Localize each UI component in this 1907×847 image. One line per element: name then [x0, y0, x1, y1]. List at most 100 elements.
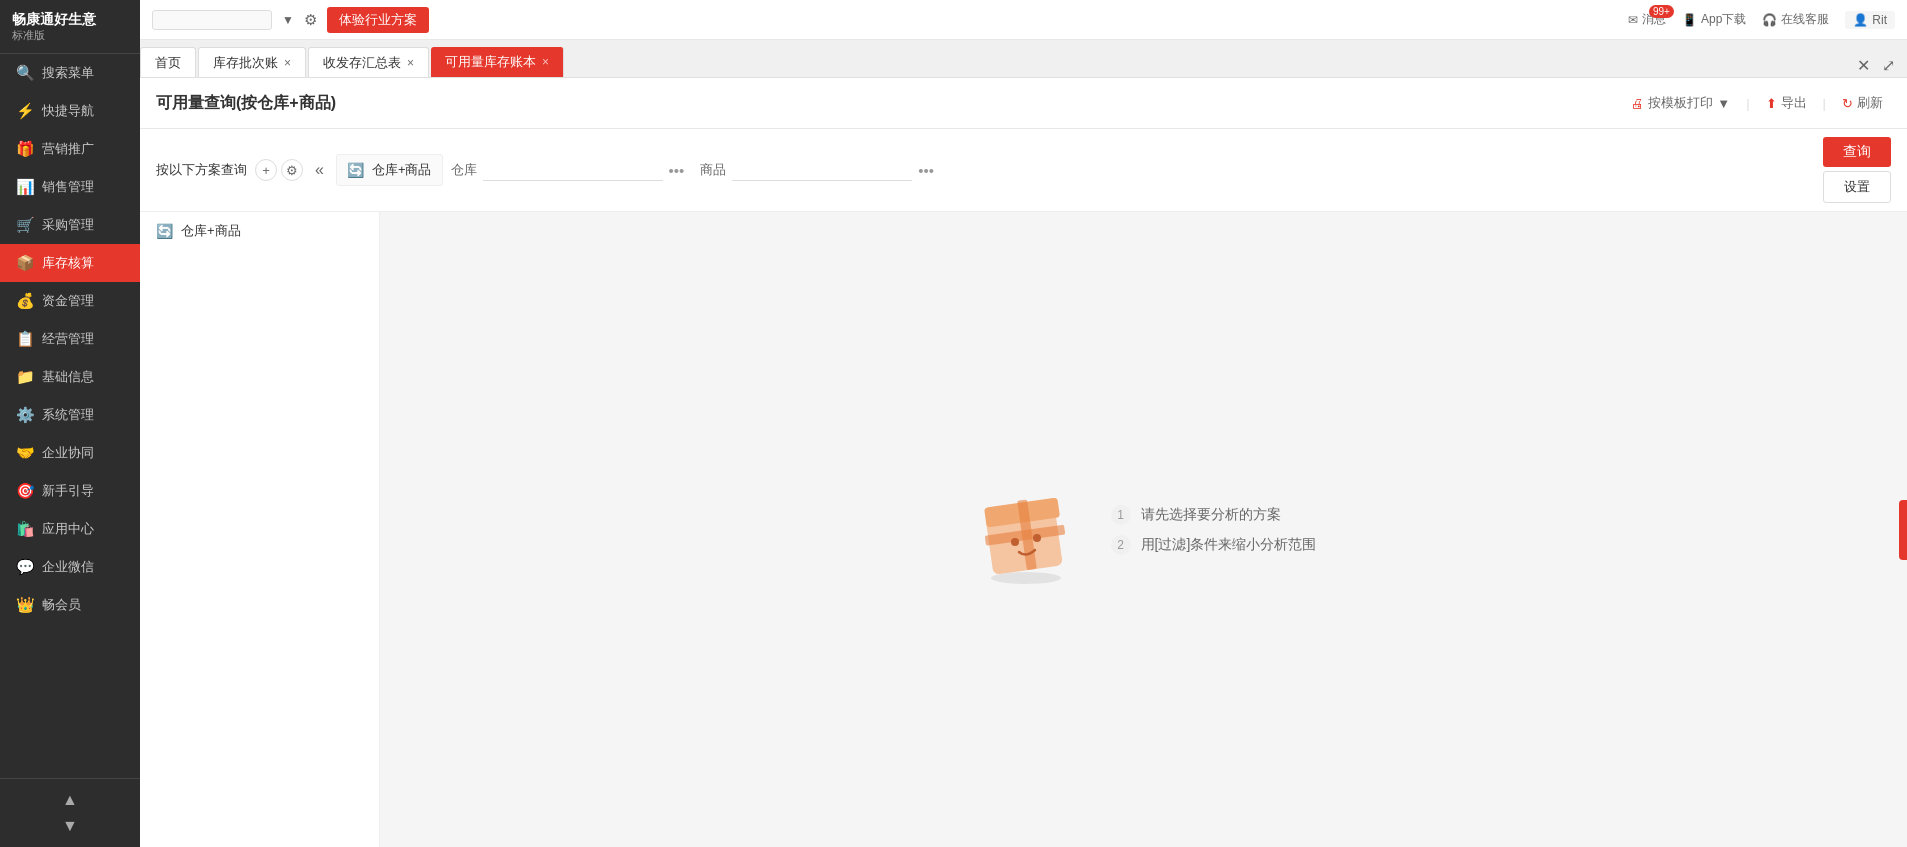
- tip2-num: 2: [1111, 535, 1131, 555]
- main-content: 1 请先选择要分析的方案 2 用[过滤]条件来缩小分析范围: [380, 212, 1907, 847]
- action-divider2: |: [1823, 96, 1826, 111]
- sidebar-item-finance[interactable]: 💰 资金管理: [0, 282, 140, 320]
- sidebar-item-label: 销售管理: [42, 178, 94, 196]
- sidebar-item-label: 基础信息: [42, 368, 94, 386]
- sidebar-scroll-down-btn[interactable]: ▼: [12, 813, 128, 839]
- tab-home[interactable]: 首页: [140, 47, 196, 77]
- sidebar-item-label: 营销推广: [42, 140, 94, 158]
- left-panel-scheme-item[interactable]: 🔄 仓库+商品: [140, 212, 379, 250]
- empty-box-svg: [971, 480, 1081, 590]
- scheme-icon: 🔄: [347, 162, 364, 178]
- tab-batch-account-close-icon[interactable]: ×: [284, 56, 291, 70]
- sidebar-item-label: 经营管理: [42, 330, 94, 348]
- brand-name: 畅康通好生意: [12, 10, 128, 28]
- sidebar-item-operation[interactable]: 📋 经营管理: [0, 320, 140, 358]
- tab-available-ledger-close-icon[interactable]: ×: [542, 55, 549, 69]
- topbar-app-btn[interactable]: 📱 App下载: [1682, 11, 1746, 28]
- tabs-right-actions: ✕ ⤢: [1853, 54, 1907, 77]
- topbar-search-input[interactable]: [159, 13, 239, 27]
- tip1-num: 1: [1111, 505, 1131, 525]
- filter-actions: + ⚙: [255, 159, 303, 181]
- filter-scheme-section: 🔄 仓库+商品: [336, 154, 443, 186]
- app-icon: 📱: [1682, 13, 1697, 27]
- tab-available-ledger[interactable]: 可用量库存账本 ×: [431, 47, 564, 77]
- empty-tip-2: 2 用[过滤]条件来缩小分析范围: [1111, 535, 1317, 555]
- sidebar-item-wechat[interactable]: 💬 企业微信: [0, 548, 140, 586]
- industry-solution-button[interactable]: 体验行业方案: [327, 7, 429, 33]
- warehouse-dots-btn[interactable]: •••: [669, 162, 685, 179]
- goods-label: 商品: [700, 161, 726, 179]
- filter-add-btn[interactable]: +: [255, 159, 277, 181]
- sidebar-scroll-up-btn[interactable]: ▲: [12, 787, 128, 813]
- sidebar-item-sales[interactable]: 📊 销售管理: [0, 168, 140, 206]
- sidebar-item-newbie[interactable]: 🎯 新手引导: [0, 472, 140, 510]
- warehouse-input[interactable]: [483, 159, 663, 181]
- tab-batch-account-label: 库存批次账: [213, 54, 278, 72]
- sales-icon: 📊: [16, 178, 34, 196]
- sidebar-item-basic[interactable]: 📁 基础信息: [0, 358, 140, 396]
- refresh-btn[interactable]: ↻ 刷新: [1834, 90, 1891, 116]
- member-icon: 👑: [16, 596, 34, 614]
- refresh-label: 刷新: [1857, 94, 1883, 112]
- goods-input[interactable]: [732, 159, 912, 181]
- print-icon: 🖨: [1631, 96, 1644, 111]
- sidebar-item-system[interactable]: ⚙️ 系统管理: [0, 396, 140, 434]
- sidebar-item-purchase[interactable]: 🛒 采购管理: [0, 206, 140, 244]
- sidebar-item-inventory[interactable]: 📦 库存核算: [0, 244, 140, 282]
- topbar-dropdown[interactable]: ▼: [282, 13, 294, 27]
- filter-collapse-btn[interactable]: «: [311, 161, 328, 179]
- print-label: 按模板打印: [1648, 94, 1713, 112]
- sidebar-item-member[interactable]: 👑 畅会员: [0, 586, 140, 624]
- tab-close-btn[interactable]: ✕: [1853, 54, 1874, 77]
- sidebar-item-enterprise[interactable]: 🤝 企业协同: [0, 434, 140, 472]
- tab-receipt-summary-close-icon[interactable]: ×: [407, 56, 414, 70]
- appstore-icon: 🛍️: [16, 520, 34, 538]
- goods-dots-btn[interactable]: •••: [918, 162, 934, 179]
- export-btn[interactable]: ⬆ 导出: [1758, 90, 1815, 116]
- query-button[interactable]: 查询: [1823, 137, 1891, 167]
- sidebar-item-shortcut[interactable]: ⚡ 快捷导航: [0, 92, 140, 130]
- tab-available-ledger-label: 可用量库存账本: [445, 53, 536, 71]
- tabs-bar: 首页 库存批次账 × 收发存汇总表 × 可用量库存账本 × ✕ ⤢: [140, 40, 1907, 78]
- sidebar-item-appstore[interactable]: 🛍️ 应用中心: [0, 510, 140, 548]
- filter-fields: 仓库 ••• 商品 •••: [451, 159, 1816, 181]
- left-panel: 🔄 仓库+商品: [140, 212, 380, 847]
- page-header: 可用量查询(按仓库+商品) 🖨 按模板打印 ▼ | ⬆ 导出 | ↻ 刷新: [140, 78, 1907, 129]
- topbar-user-btn[interactable]: 👤 Rit: [1845, 11, 1895, 29]
- topbar-gear-icon[interactable]: ⚙: [304, 11, 317, 29]
- topbar-service-btn[interactable]: 🎧 在线客服: [1762, 11, 1829, 28]
- page-title: 可用量查询(按仓库+商品): [156, 93, 336, 114]
- sidebar-item-marketing[interactable]: 🎁 营销推广: [0, 130, 140, 168]
- sidebar-item-label: 应用中心: [42, 520, 94, 538]
- empty-illustration: [971, 480, 1071, 580]
- content-area: 🔄 仓库+商品: [140, 212, 1907, 847]
- enterprise-icon: 🤝: [16, 444, 34, 462]
- user-name: Rit: [1872, 13, 1887, 27]
- user-icon: 👤: [1853, 13, 1868, 27]
- settings-button[interactable]: 设置: [1823, 171, 1891, 203]
- sidebar-item-label: 企业微信: [42, 558, 94, 576]
- query-action-group: 查询 设置: [1823, 137, 1891, 203]
- tab-batch-account[interactable]: 库存批次账 ×: [198, 47, 306, 77]
- topbar-right: ✉ 消息 99+ 📱 App下载 🎧 在线客服 👤 Rit: [1628, 11, 1895, 29]
- sidebar-bottom: ▲ ▼: [0, 778, 140, 847]
- filter-settings-icon-btn[interactable]: ⚙: [281, 159, 303, 181]
- svg-point-5: [1011, 538, 1019, 546]
- print-btn[interactable]: 🖨 按模板打印 ▼: [1623, 90, 1738, 116]
- topbar-message-btn[interactable]: ✉ 消息 99+: [1628, 11, 1666, 28]
- app-label: App下载: [1701, 11, 1746, 28]
- sidebar-item-search[interactable]: 🔍 搜索菜单: [0, 54, 140, 92]
- tab-receipt-summary-label: 收发存汇总表: [323, 54, 401, 72]
- tab-maximize-btn[interactable]: ⤢: [1878, 54, 1899, 77]
- message-icon: ✉: [1628, 13, 1638, 27]
- sidebar-item-label: 畅会员: [42, 596, 81, 614]
- right-scroll-indicator[interactable]: [1899, 500, 1907, 560]
- service-icon: 🎧: [1762, 13, 1777, 27]
- page-actions: 🖨 按模板打印 ▼ | ⬆ 导出 | ↻ 刷新: [1623, 90, 1891, 116]
- scheme-label: 仓库+商品: [372, 161, 432, 179]
- sidebar-item-label: 搜索菜单: [42, 64, 94, 82]
- tab-receipt-summary[interactable]: 收发存汇总表 ×: [308, 47, 429, 77]
- refresh-icon: ↻: [1842, 96, 1853, 111]
- system-icon: ⚙️: [16, 406, 34, 424]
- sidebar-item-label: 企业协同: [42, 444, 94, 462]
